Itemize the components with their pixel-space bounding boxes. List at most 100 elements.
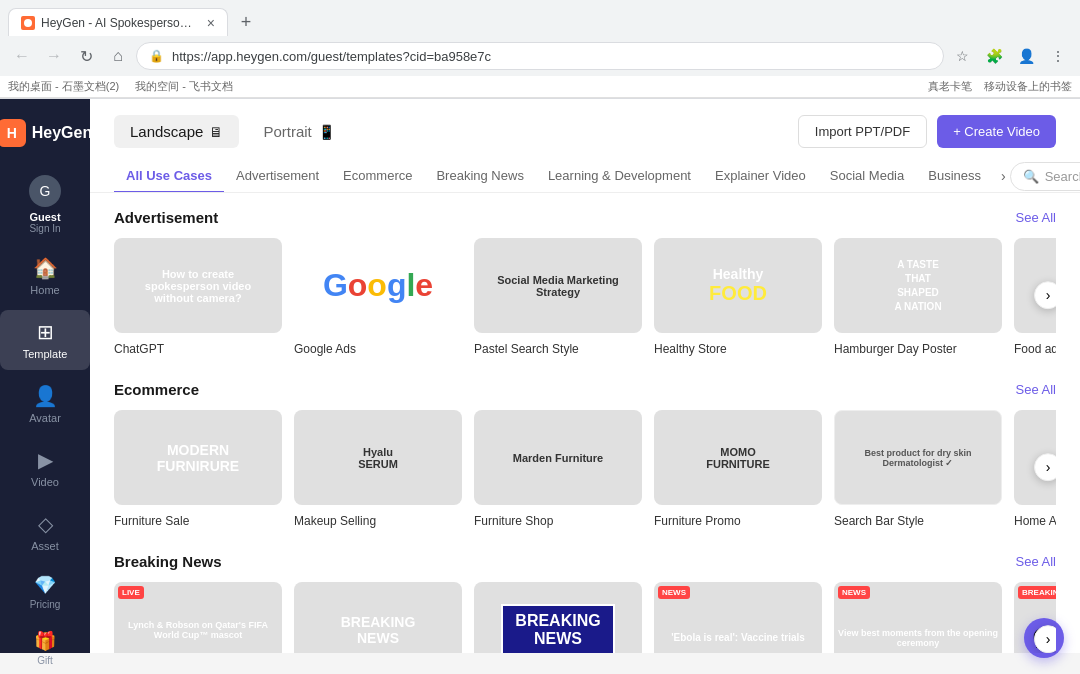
- card-furn-promo[interactable]: MOMOFURNITURE Furniture Promo: [654, 410, 822, 529]
- breaking-next-btn[interactable]: ›: [1034, 625, 1056, 653]
- breaking-news-see-all[interactable]: See All: [1016, 554, 1056, 569]
- tab-close-btn[interactable]: ×: [207, 15, 215, 31]
- filter-tab-all[interactable]: All Use Cases: [114, 160, 224, 193]
- ecommerce-title: Ecommerce: [114, 381, 199, 398]
- card-world-cup[interactable]: LIVE Lynch & Robson on Qatar's FIFA Worl…: [114, 582, 282, 653]
- news-badge-worldcup: LIVE: [118, 586, 144, 599]
- search-input[interactable]: [1045, 169, 1080, 184]
- template-icon: ⊞: [37, 320, 54, 344]
- forward-btn[interactable]: →: [40, 42, 68, 70]
- advertisement-section: Advertisement See All How to createspoke…: [114, 209, 1056, 357]
- filter-tab-breaking[interactable]: Breaking News: [424, 160, 535, 193]
- menu-btn[interactable]: ⋮: [1044, 42, 1072, 70]
- toolbar-item-1[interactable]: 我的桌面 - 石墨文档(2): [8, 79, 119, 94]
- card-social-news[interactable]: BREAKINGNEWS Social News: [474, 582, 642, 653]
- home-btn[interactable]: ⌂: [104, 42, 132, 70]
- svg-point-0: [24, 19, 32, 27]
- search-box: 🔍: [1010, 162, 1080, 191]
- logo[interactable]: H HeyGen: [0, 111, 100, 155]
- active-tab[interactable]: HeyGen - AI Spokesperson Vid... ×: [8, 8, 228, 36]
- sidebar-item-gift[interactable]: 🎁 Gift: [0, 622, 90, 674]
- sidebar-item-avatar[interactable]: 👤 Avatar: [0, 374, 90, 434]
- browser-chrome: HeyGen - AI Spokesperson Vid... × + ← → …: [0, 0, 1080, 99]
- card-hamburger[interactable]: A TASTETHATSHAPEDA NATION Hamburger Day …: [834, 238, 1002, 357]
- user-name: Guest: [29, 211, 60, 223]
- filter-tab-explainer[interactable]: Explainer Video: [703, 160, 818, 193]
- ecommerce-section: Ecommerce See All MODERNFURNIRURE Furnit…: [114, 381, 1056, 529]
- breaking-news-section: Breaking News See All LIVE Lynch & Robso…: [114, 553, 1056, 653]
- filter-tab-learning[interactable]: Learning & Development: [536, 160, 703, 193]
- card-pastel[interactable]: Social Media Marketing Strategy Pastel S…: [474, 238, 642, 357]
- search-icon: 🔍: [1023, 169, 1039, 184]
- card-pastel-label: Pastel Search Style: [474, 342, 579, 356]
- toolbar-item-2[interactable]: 我的空间 - 飞书文档: [135, 79, 233, 94]
- sidebar: H HeyGen G Guest Sign In 🏠 Home ⊞ Templa…: [0, 99, 90, 653]
- filter-tab-ecommerce[interactable]: Ecommerce: [331, 160, 424, 193]
- breaking-news-row: LIVE Lynch & Robson on Qatar's FIFA Worl…: [114, 582, 1056, 653]
- back-btn[interactable]: ←: [8, 42, 36, 70]
- sidebar-user[interactable]: G Guest Sign In: [0, 167, 90, 242]
- sidebar-item-video[interactable]: ▶ Video: [0, 438, 90, 498]
- portrait-tab[interactable]: Portrait 📱: [247, 115, 350, 148]
- card-corona[interactable]: BREAKINGNEWS MOTOROLA Coronovirus News: [294, 582, 462, 653]
- advertisement-see-all[interactable]: See All: [1016, 210, 1056, 225]
- advertisement-next-btn[interactable]: ›: [1034, 281, 1056, 309]
- breaking-news-header: Breaking News See All: [114, 553, 1056, 570]
- sidebar-item-home-label: Home: [30, 284, 59, 296]
- header-actions: Import PPT/PDF + Create Video: [798, 115, 1056, 148]
- toolbar-right: 真老卡笔 移动设备上的书签: [928, 79, 1072, 94]
- card-search-bar[interactable]: Best product for dry skinDermatologist ✓…: [834, 410, 1002, 529]
- breaking-news-title: Breaking News: [114, 553, 222, 570]
- avatar: G: [29, 175, 61, 207]
- card-furniture-sale-label: Furniture Sale: [114, 514, 189, 528]
- toolbar-strip: 我的桌面 - 石墨文档(2) 我的空间 - 飞书文档 真老卡笔 移动设备上的书签: [0, 76, 1080, 98]
- profile-btn[interactable]: 👤: [1012, 42, 1040, 70]
- orientation-tabs: Landscape 🖥 Portrait 📱: [114, 115, 351, 148]
- filter-tab-social[interactable]: Social Media: [818, 160, 916, 193]
- filter-chevron-icon[interactable]: ›: [997, 164, 1010, 188]
- new-tab-btn[interactable]: +: [232, 8, 260, 36]
- logo-text: HeyGen: [32, 124, 92, 142]
- card-google-ads[interactable]: Google Google Ads: [294, 238, 462, 357]
- sidebar-item-asset[interactable]: ◇ Asset: [0, 502, 90, 562]
- pricing-label: Pricing: [30, 599, 61, 610]
- url-text: https://app.heygen.com/guest/templates?c…: [172, 49, 931, 64]
- ecommerce-see-all[interactable]: See All: [1016, 382, 1056, 397]
- card-makeup[interactable]: HyaluSERUM Makeup Selling: [294, 410, 462, 529]
- main-content: Landscape 🖥 Portrait 📱 Import PPT/PDF + …: [90, 99, 1080, 653]
- asset-icon: ◇: [38, 512, 53, 536]
- card-furniture-sale[interactable]: MODERNFURNIRURE Furniture Sale: [114, 410, 282, 529]
- landscape-tab[interactable]: Landscape 🖥: [114, 115, 239, 148]
- video-icon: ▶: [38, 448, 53, 472]
- create-btn[interactable]: + Create Video: [937, 115, 1056, 148]
- advertisement-title: Advertisement: [114, 209, 218, 226]
- landscape-icon: 🖥: [209, 124, 223, 140]
- ecommerce-next-btn[interactable]: ›: [1034, 453, 1056, 481]
- card-healthy[interactable]: Healthy FOOD Healthy Store: [654, 238, 822, 357]
- reload-btn[interactable]: ↻: [72, 42, 100, 70]
- extension-icon[interactable]: 🧩: [980, 42, 1008, 70]
- news-badge-football: NEWS: [838, 586, 870, 599]
- sidebar-item-template[interactable]: ⊞ Template: [0, 310, 90, 370]
- filter-tab-business[interactable]: Business: [916, 160, 993, 193]
- sidebar-item-home[interactable]: 🏠 Home: [0, 246, 90, 306]
- card-furn-shop[interactable]: Marden Furniture Furniture Shop: [474, 410, 642, 529]
- sidebar-item-pricing[interactable]: 💎 Pricing: [0, 566, 90, 618]
- card-home-app-label: Home Appliances: [1014, 514, 1056, 528]
- ecommerce-row: MODERNFURNIRURE Furniture Sale HyaluSERU…: [114, 410, 1056, 529]
- card-health[interactable]: NEWS 'Ebola is real': Vaccine trials Hea…: [654, 582, 822, 653]
- filter-tab-advertisement[interactable]: Advertisement: [224, 160, 331, 193]
- address-bar[interactable]: 🔒 https://app.heygen.com/guest/templates…: [136, 42, 944, 70]
- card-healthy-label: Healthy Store: [654, 342, 727, 356]
- sidebar-item-video-label: Video: [31, 476, 59, 488]
- portrait-icon: 📱: [318, 124, 335, 140]
- card-furn-promo-label: Furniture Promo: [654, 514, 741, 528]
- card-chatgpt[interactable]: How to createspokesperson videowithout c…: [114, 238, 282, 357]
- bookmark-icon[interactable]: ☆: [948, 42, 976, 70]
- gift-icon: 🎁: [34, 630, 56, 652]
- ecommerce-section-header: Ecommerce See All: [114, 381, 1056, 398]
- logo-icon: H: [0, 119, 26, 147]
- import-btn[interactable]: Import PPT/PDF: [798, 115, 927, 148]
- landscape-label: Landscape: [130, 123, 203, 140]
- card-football[interactable]: NEWS View best moments from the opening …: [834, 582, 1002, 653]
